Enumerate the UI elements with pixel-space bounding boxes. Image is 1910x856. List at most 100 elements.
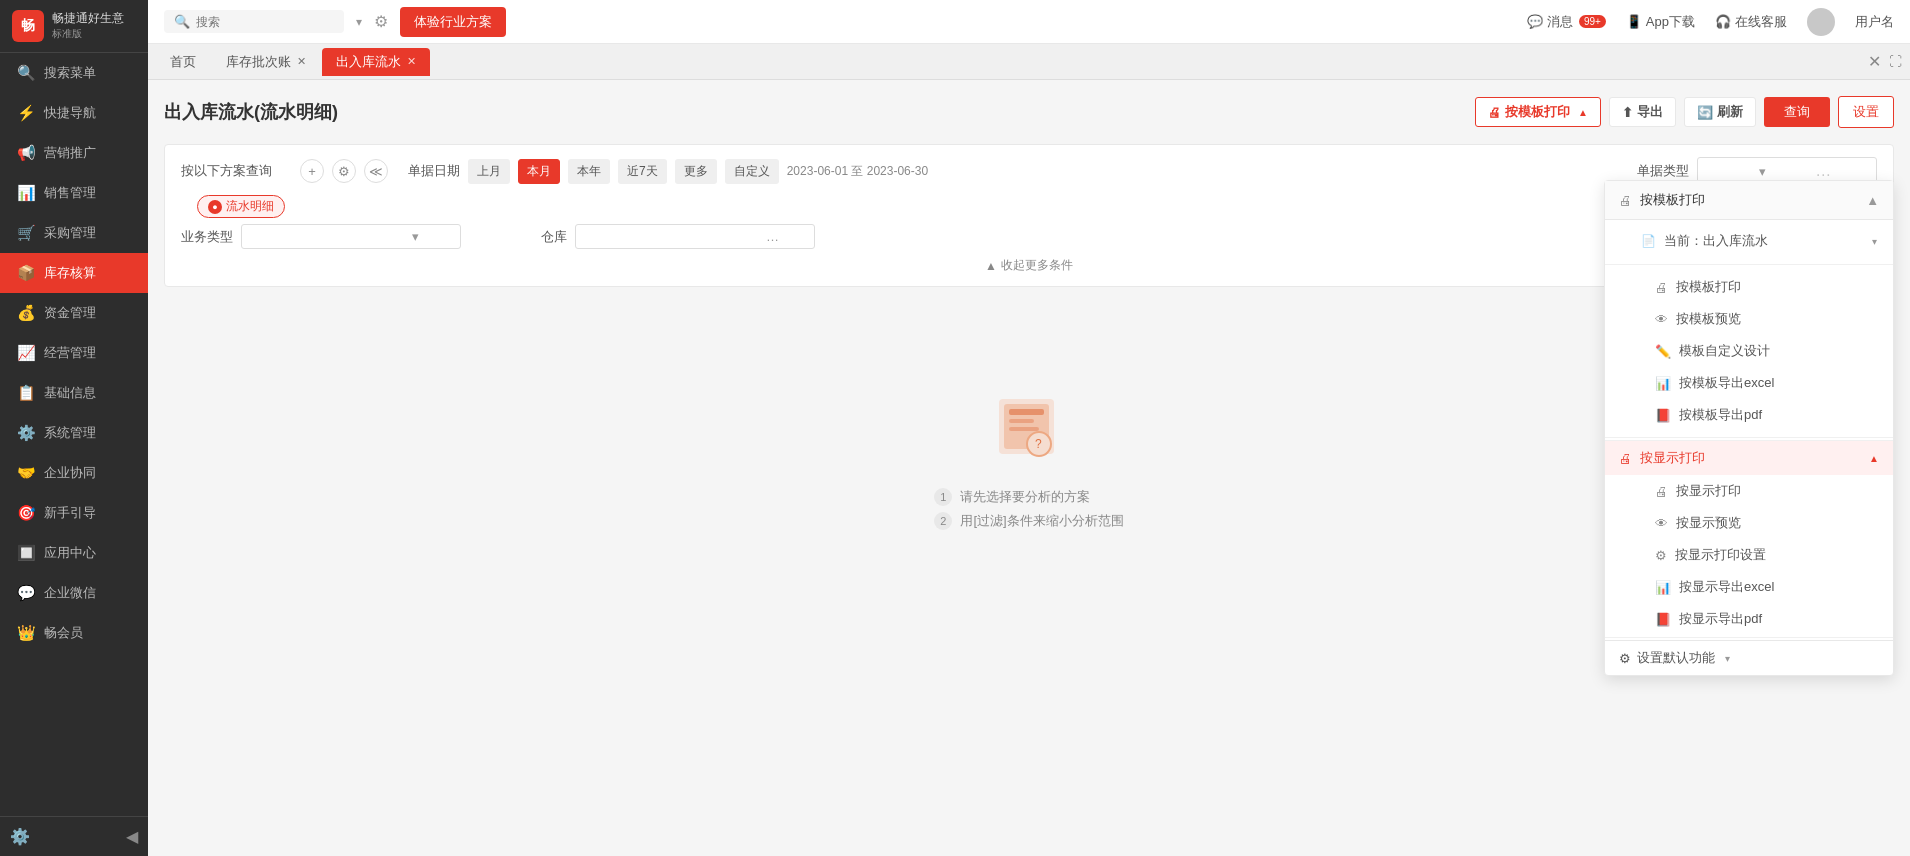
sidebar-item-label: 库存核算 [44,264,96,282]
filter-gear-button[interactable]: ⚙ [332,159,356,183]
sidebar-item-operations[interactable]: 📈 经营管理 [0,333,148,373]
dropdown-template-section: 🖨 按模板打印 👁 按模板预览 ✏️ 模板自定义设计 📊 按模板导出excel … [1605,267,1893,435]
filter-warehouse-select[interactable]: … [575,224,815,249]
tab-inventory-flow-label: 出入库流水 [336,53,401,71]
dropdown-display-print-settings[interactable]: ⚙ 按显示打印设置 [1605,539,1893,571]
query-button[interactable]: 查询 [1764,97,1830,127]
app-download-button[interactable]: 📱 App下载 [1626,13,1695,31]
dropdown-template-print[interactable]: 🖨 按模板打印 [1605,271,1893,303]
tab-home[interactable]: 首页 [156,48,210,76]
template-print-button[interactable]: 🖨 按模板打印 ▲ [1475,97,1601,127]
sidebar: 畅 畅捷通好生意 标准版 🔍 搜索菜单 ⚡ 快捷导航 📢 营销推广 📊 销售管理… [0,0,148,856]
filter-tag[interactable]: ● 流水明细 [197,195,285,218]
filter-date-this-month[interactable]: 本月 [518,159,560,184]
user-avatar[interactable] [1807,8,1835,36]
system-icon: ⚙️ [16,423,36,443]
filter-date-7days[interactable]: 近7天 [618,159,667,184]
filter-date-last-month[interactable]: 上月 [468,159,510,184]
dropdown-display-pdf[interactable]: 📕 按显示导出pdf [1605,603,1893,635]
guide-icon: 🎯 [16,503,36,523]
ellipsis-icon[interactable]: … [1815,162,1866,180]
settings-button[interactable]: 设置 [1838,96,1894,128]
sidebar-item-sales[interactable]: 📊 销售管理 [0,173,148,213]
dropdown-template-custom[interactable]: ✏️ 模板自定义设计 [1605,335,1893,367]
industry-solution-button[interactable]: 体验行业方案 [400,7,506,37]
tab-inventory-batch-label: 库存批次账 [226,53,291,71]
dropdown-footer-settings[interactable]: ⚙ 设置默认功能 ▾ [1619,649,1730,667]
filter-tag-icon: ● [208,200,222,214]
window-maximize-button[interactable]: ⛶ [1889,54,1902,69]
sidebar-collapse-icon[interactable]: ◀ [126,827,138,846]
refresh-button[interactable]: 🔄 刷新 [1684,97,1756,127]
dropdown-template-pdf[interactable]: 📕 按模板导出pdf [1605,399,1893,431]
sidebar-item-member[interactable]: 👑 畅会员 [0,613,148,653]
export-label: 导出 [1637,103,1663,121]
filter-business-type-select[interactable]: ▾ [241,224,461,249]
app-download-label: App下载 [1646,13,1695,31]
sidebar-item-purchase[interactable]: 🛒 采购管理 [0,213,148,253]
sidebar-item-enterprise[interactable]: 🤝 企业协同 [0,453,148,493]
svg-rect-2 [1009,409,1044,415]
logo-icon: 畅 [12,10,44,42]
operations-icon: 📈 [16,343,36,363]
search-input[interactable] [196,15,296,29]
message-button[interactable]: 💬 消息 99+ [1527,13,1606,31]
sidebar-item-appcenter[interactable]: 🔲 应用中心 [0,533,148,573]
empty-steps-list: 1 请先选择要分析的方案 2 用[过滤]条件来缩小分析范围 [934,488,1123,536]
filter-date-range: 2023-06-01 至 2023-06-30 [787,163,928,180]
dropdown-display-excel[interactable]: 📊 按显示导出excel [1605,571,1893,603]
filter-add-button[interactable]: + [300,159,324,183]
filter-collapse-button[interactable]: ≪ [364,159,388,183]
dropdown-display-print[interactable]: 🖨 按显示打印 [1605,475,1893,507]
sidebar-item-label: 畅会员 [44,624,83,642]
ellipsis-icon-2[interactable]: … [766,229,804,244]
window-minimize-button[interactable]: ✕ [1868,52,1881,71]
sidebar-item-guide[interactable]: 🎯 新手引导 [0,493,148,533]
dropdown-template-excel[interactable]: 📊 按模板导出excel [1605,367,1893,399]
sidebar-item-label: 基础信息 [44,384,96,402]
dropdown-template-preview[interactable]: 👁 按模板预览 [1605,303,1893,335]
chevron-up-icon-3[interactable]: ▲ [1866,193,1879,208]
sidebar-item-search[interactable]: 🔍 搜索菜单 [0,53,148,93]
filter-business-type-label: 业务类型 [181,228,233,246]
dropdown-current-item[interactable]: 📄 当前：出入库流水 ▾ [1605,224,1893,258]
printer-icon-2: 🖨 [1619,193,1632,208]
online-service-label: 在线客服 [1735,13,1787,31]
sidebar-item-basic[interactable]: 📋 基础信息 [0,373,148,413]
filter-date-this-year[interactable]: 本年 [568,159,610,184]
filter-date-more[interactable]: 更多 [675,159,717,184]
sidebar-item-marketing[interactable]: 📢 营销推广 [0,133,148,173]
topbar-dropdown-arrow[interactable]: ▾ [356,15,362,29]
sidebar-item-quick-nav[interactable]: ⚡ 快捷导航 [0,93,148,133]
tab-inventory-batch[interactable]: 库存批次账 ✕ [212,48,320,76]
member-icon: 👑 [16,623,36,643]
dropdown-display-header-label: 按显示打印 [1640,449,1705,467]
refresh-icon: 🔄 [1697,105,1713,120]
sidebar-item-label: 企业协同 [44,464,96,482]
online-service-button[interactable]: 🎧 在线客服 [1715,13,1787,31]
app-logo: 畅 畅捷通好生意 标准版 [0,0,148,53]
tab-home-label: 首页 [170,53,196,71]
sidebar-item-label: 快捷导航 [44,104,96,122]
sidebar-item-system[interactable]: ⚙️ 系统管理 [0,413,148,453]
filter-collapse-label: 收起更多条件 [1001,257,1073,274]
dropdown-panel-header: 🖨 按模板打印 ▲ [1605,181,1893,220]
sidebar-item-wechat[interactable]: 💬 企业微信 [0,573,148,613]
tab-inventory-batch-close[interactable]: ✕ [297,55,306,68]
sidebar-settings-icon[interactable]: ⚙️ [10,827,30,846]
dropdown-display-header[interactable]: 🖨 按显示打印 ▲ [1605,441,1893,475]
filter-collapse-more-button[interactable]: ▲ 收起更多条件 [985,257,1073,274]
page-title-actions: 🖨 按模板打印 ▲ ⬆ 导出 🔄 刷新 查询 设置 [1475,96,1894,128]
topbar-search-box[interactable]: 🔍 [164,10,344,33]
sidebar-item-inventory[interactable]: 📦 库存核算 [0,253,148,293]
tab-inventory-flow-close[interactable]: ✕ [407,55,416,68]
quick-nav-icon: ⚡ [16,103,36,123]
tab-inventory-flow[interactable]: 出入库流水 ✕ [322,48,430,76]
purchase-icon: 🛒 [16,223,36,243]
export-button[interactable]: ⬆ 导出 [1609,97,1676,127]
step-num-1: 1 [934,488,952,506]
dropdown-display-preview[interactable]: 👁 按显示预览 [1605,507,1893,539]
topbar-gear-icon[interactable]: ⚙ [374,12,388,31]
filter-date-custom[interactable]: 自定义 [725,159,779,184]
sidebar-item-finance[interactable]: 💰 资金管理 [0,293,148,333]
